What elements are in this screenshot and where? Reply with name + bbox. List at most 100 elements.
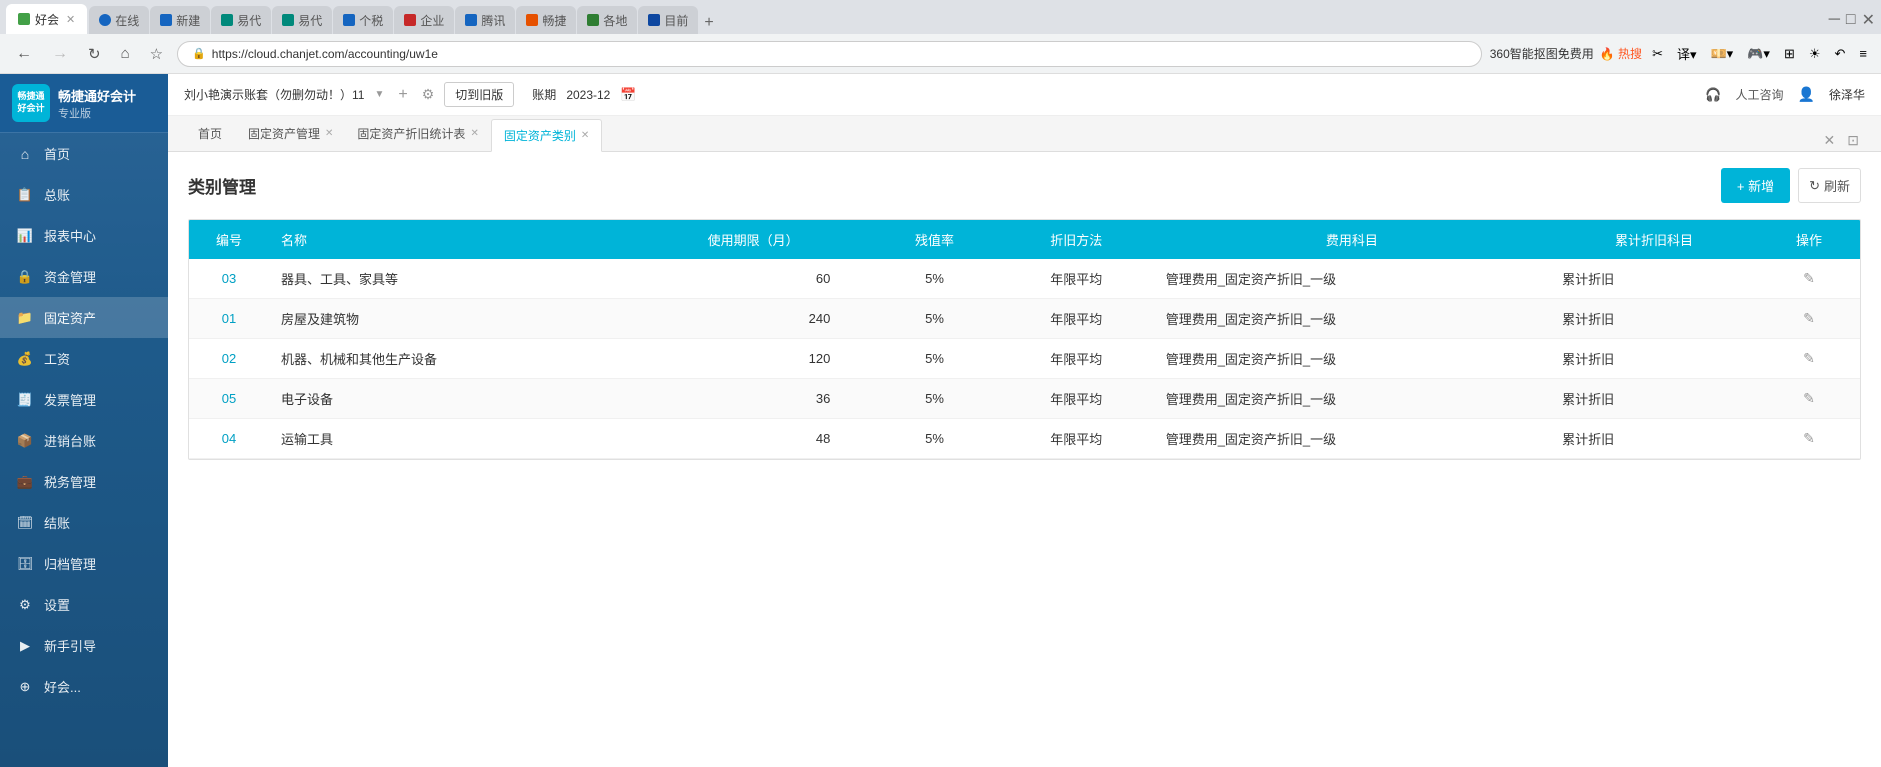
page-header: 类别管理 + 新增 ↻ 刷新 (188, 168, 1861, 203)
close-btn[interactable]: ✕ (1862, 10, 1875, 30)
more-icon: ⊕ (16, 679, 34, 695)
logo-title: 畅捷通好会计 (58, 86, 136, 105)
sidebar-item-label: 设置 (44, 595, 70, 614)
col-header-residual: 残值率 (870, 220, 998, 259)
browser-tab-t8[interactable]: 腾讯 (455, 6, 515, 34)
tab-bar-expand-btn[interactable]: ⊡ (1841, 130, 1865, 151)
col-header-period: 使用期限（月） (636, 220, 870, 259)
tab-bar-close-btn[interactable]: ✕ (1818, 130, 1842, 151)
sidebar-item-ledger[interactable]: 📋 总账 (0, 174, 168, 215)
cell-name: 机器、机械和其他生产设备 (269, 339, 636, 379)
cell-action[interactable]: ✎ (1758, 419, 1860, 459)
menu-btn-grid[interactable]: ⊞ (1780, 42, 1799, 66)
cell-residual: 5% (870, 259, 998, 299)
browser-tab-t1[interactable]: 在线 (89, 6, 149, 34)
cell-action[interactable]: ✎ (1758, 339, 1860, 379)
table-row: 01房屋及建筑物2405%年限平均管理费用_固定资产折旧_一级累计折旧✎ (189, 299, 1860, 339)
user-label: 刘小艳演示账套（勿删勿动！）11 (184, 86, 364, 103)
calendar-icon[interactable]: 📅 (620, 87, 636, 103)
sidebar-item-salary[interactable]: 💰 工资 (0, 338, 168, 379)
settings-gear-btn[interactable]: ⚙ (422, 86, 435, 103)
browser-tab-t7[interactable]: 企业 (394, 6, 454, 34)
cell-name: 房屋及建筑物 (269, 299, 636, 339)
tab-close-fixed-dep[interactable]: ✕ (470, 128, 478, 139)
switch-version-btn[interactable]: 切到旧版 (444, 82, 514, 107)
service-label[interactable]: 人工咨询 (1736, 86, 1784, 103)
logo-icon: 畅捷通好会计 (12, 84, 50, 122)
user-avatar-icon: 👤 (1798, 86, 1815, 103)
sidebar-item-guide[interactable]: ▶ 新手引导 (0, 625, 168, 666)
service-icon: 🎧 (1705, 87, 1721, 103)
dropdown-arrow-icon[interactable]: ▼ (374, 89, 384, 100)
tab-close-fixed-mgmt[interactable]: ✕ (325, 128, 333, 139)
tab-fixed-dep-label: 固定资产折旧统计表 (357, 125, 465, 142)
minimize-btn[interactable]: ─ (1829, 11, 1840, 29)
cell-code: 05 (189, 379, 269, 419)
window-controls: ─ □ ✕ (1829, 10, 1875, 30)
sidebar-item-label: 发票管理 (44, 390, 96, 409)
page-tab-fixed-depreciation[interactable]: 固定资产折旧统计表 ✕ (345, 118, 490, 151)
sidebar-item-checkout[interactable]: 🗓 结账 (0, 502, 168, 543)
address-bar[interactable]: 🔒 https://cloud.chanjet.com/accounting/u… (177, 41, 1482, 67)
sidebar-item-fund[interactable]: 🔒 资金管理 (0, 256, 168, 297)
browser-tab-t10[interactable]: 各地 (577, 6, 637, 34)
home-btn[interactable]: ⌂ (115, 41, 136, 66)
browser-tab-t4[interactable]: 易代 (272, 6, 332, 34)
browser-tab-t11[interactable]: 目前 (638, 6, 698, 34)
refresh-btn[interactable]: ↻ 刷新 (1798, 168, 1861, 203)
sidebar: 畅捷通好会计 畅捷通好会计 专业版 ⌂ 首页 📋 总账 📊 报表中心 🔒 资金管… (0, 74, 168, 767)
bookmark-btn[interactable]: ☆ (144, 41, 169, 67)
sidebar-item-fixed[interactable]: 📁 固定资产 (0, 297, 168, 338)
maximize-btn[interactable]: □ (1846, 11, 1856, 29)
sidebar-item-more[interactable]: ⊕ 好会... (0, 666, 168, 707)
cell-action[interactable]: ✎ (1758, 299, 1860, 339)
add-btn[interactable]: + 新增 (1721, 168, 1790, 203)
sidebar-item-report[interactable]: 📊 报表中心 (0, 215, 168, 256)
cell-method: 年限平均 (999, 259, 1154, 299)
browser-tab-t6[interactable]: 个税 (333, 6, 393, 34)
page-title: 类别管理 (188, 173, 256, 198)
sidebar-item-archive[interactable]: 🗄 归档管理 (0, 543, 168, 584)
sidebar-item-home[interactable]: ⌂ 首页 (0, 133, 168, 174)
tab-add-btn[interactable]: + (704, 14, 713, 32)
plus-btn[interactable]: + (394, 86, 411, 104)
menu-btn-translate[interactable]: 译▾ (1673, 40, 1701, 67)
col-header-method: 折旧方法 (999, 220, 1154, 259)
page-tab-fixed-mgmt[interactable]: 固定资产管理 ✕ (236, 118, 345, 151)
cell-method: 年限平均 (999, 339, 1154, 379)
cell-action[interactable]: ✎ (1758, 379, 1860, 419)
other-tabs: 在线 新建 易代 易代 个税 企业 腾讯 畅捷 (89, 6, 698, 34)
browser-tab-active[interactable]: 好会 ✕ (6, 4, 87, 34)
browser-tab-t9[interactable]: 畅捷 (516, 6, 576, 34)
page-tab-home[interactable]: 首页 (184, 118, 236, 151)
back-btn[interactable]: ← (10, 41, 38, 67)
sidebar-item-inventory[interactable]: 📦 进销台账 (0, 420, 168, 461)
cell-residual: 5% (870, 379, 998, 419)
sidebar-item-invoice[interactable]: 🧾 发票管理 (0, 379, 168, 420)
cell-method: 年限平均 (999, 419, 1154, 459)
table-row: 03器具、工具、家具等605%年限平均管理费用_固定资产折旧_一级累计折旧✎ (189, 259, 1860, 299)
tab-label: 目前 (664, 12, 688, 29)
menu-btn-scissors[interactable]: ✂ (1648, 42, 1667, 66)
cell-period: 240 (636, 299, 870, 339)
cell-name: 器具、工具、家具等 (269, 259, 636, 299)
menu-btn-settings[interactable]: ☀ (1805, 42, 1825, 66)
forward-btn[interactable]: → (46, 41, 74, 67)
tab-close-icon[interactable]: ✕ (66, 13, 75, 26)
topbar: 刘小艳演示账套（勿删勿动！）11 ▼ + ⚙ 切到旧版 账期 2023-12 📅… (168, 74, 1881, 116)
sidebar-item-settings[interactable]: ⚙ 设置 (0, 584, 168, 625)
menu-btn-more[interactable]: ≡ (1855, 42, 1871, 65)
cell-action[interactable]: ✎ (1758, 259, 1860, 299)
tab-close-fixed-cat[interactable]: ✕ (581, 130, 589, 141)
cell-period: 120 (636, 339, 870, 379)
menu-btn-game[interactable]: 🎮▾ (1743, 42, 1774, 66)
menu-btn-coupon[interactable]: 💴▾ (1707, 42, 1738, 66)
hot-search-icon[interactable]: 🔥 热搜 (1600, 45, 1642, 62)
sidebar-item-label: 首页 (44, 144, 70, 163)
browser-tab-t3[interactable]: 易代 (211, 6, 271, 34)
sidebar-item-tax[interactable]: 💼 税务管理 (0, 461, 168, 502)
page-tab-fixed-category[interactable]: 固定资产类别 ✕ (491, 119, 602, 152)
reload-btn[interactable]: ↻ (82, 41, 107, 67)
menu-btn-history[interactable]: ↶ (1831, 42, 1850, 66)
browser-tab-t2[interactable]: 新建 (150, 6, 210, 34)
